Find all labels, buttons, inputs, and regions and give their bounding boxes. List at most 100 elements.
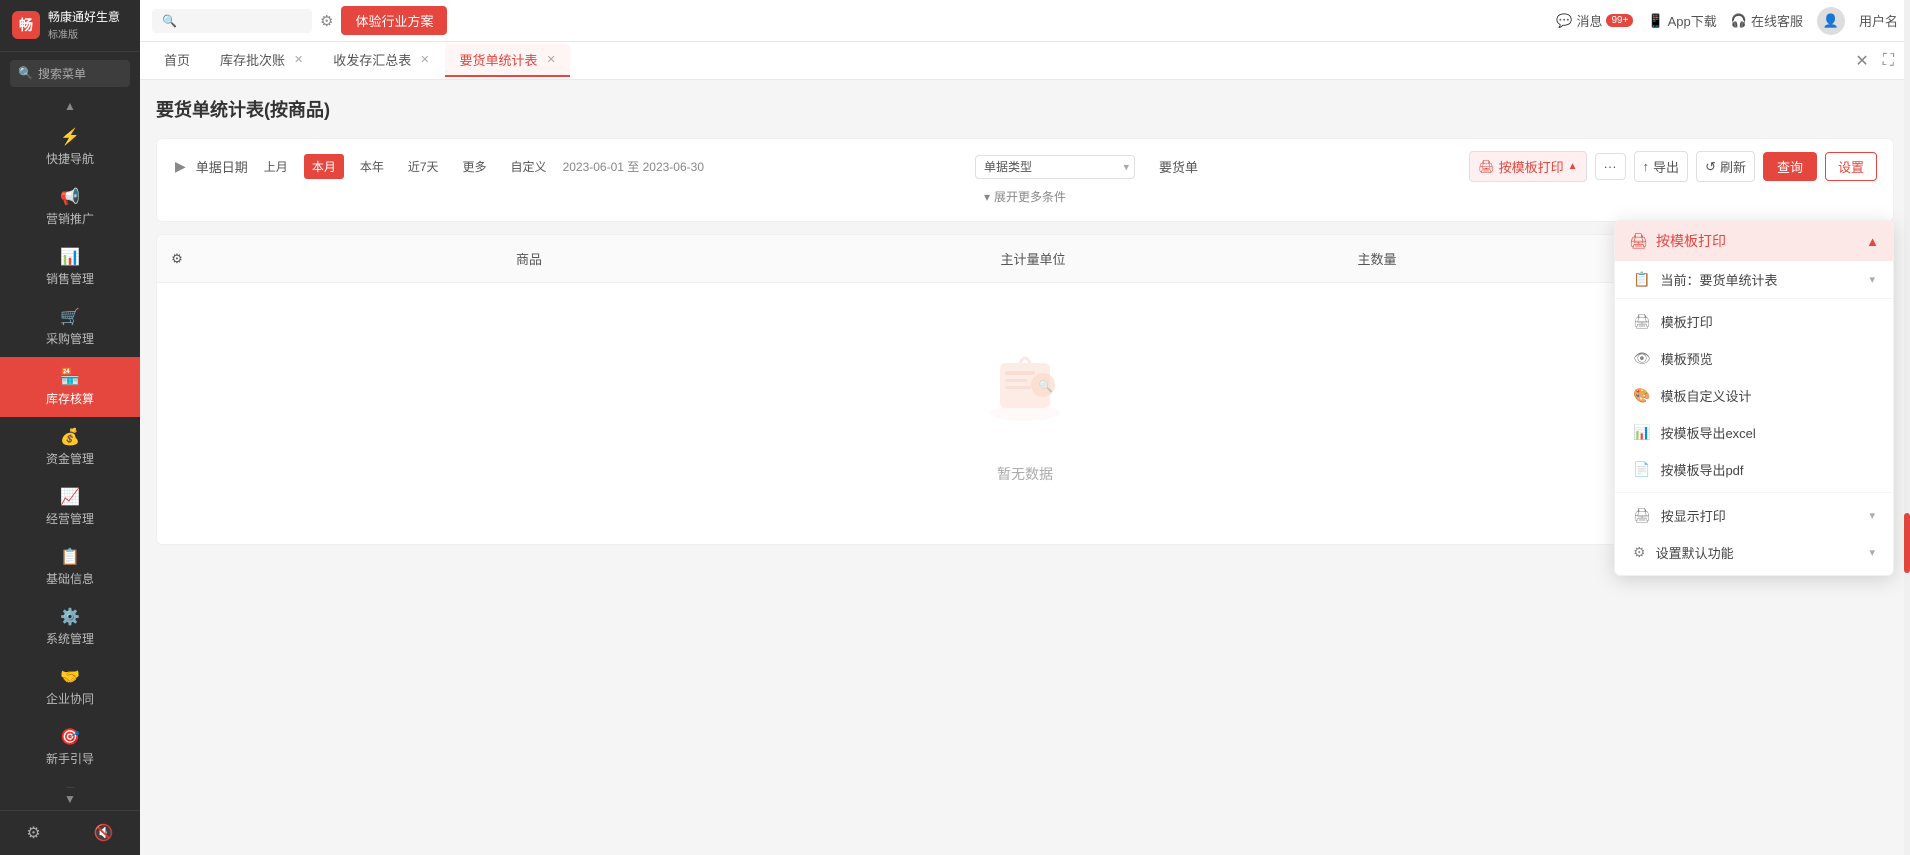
dropdown-item-template-design[interactable]: 🎨模板自定义设计 <box>1615 377 1893 414</box>
tab-inventory-batch[interactable]: 库存批次账 ✕ <box>206 44 317 77</box>
guide-icon: 🎯 <box>60 727 80 747</box>
dropdown-chevron-icon: ▲ <box>1866 234 1879 249</box>
settings-btn[interactable]: 设置 <box>1825 152 1877 181</box>
sidebar-item-quick-nav[interactable]: ⚡ 快捷导航 <box>0 117 140 177</box>
inventory-icon: 🏪 <box>60 367 80 387</box>
marketing-icon: 📢 <box>60 187 80 207</box>
sidebar-item-marketing[interactable]: 📢 营销推广 <box>0 177 140 237</box>
dropdown-item-template-print[interactable]: 🖨模板打印 <box>1615 303 1893 340</box>
dropdown-items-section: 🖨模板打印👁模板预览🎨模板自定义设计📊按模板导出excel📄按模板导出pdf <box>1615 299 1893 492</box>
messages-btn[interactable]: 💬 消息 99+ <box>1556 11 1633 30</box>
scrollbar-thumb <box>1904 513 1910 573</box>
tab-expand-icon[interactable]: ⛶ <box>1877 52 1900 70</box>
dropdown-group-set-default[interactable]: ⚙设置默认功能▾ <box>1615 534 1893 571</box>
tab-close-receipts-summary[interactable]: ✕ <box>420 53 429 66</box>
expand-more-btn[interactable]: ▾ 展开更多条件 <box>984 188 1066 205</box>
template-print-icon: 🖨 <box>1633 313 1651 330</box>
refresh-btn[interactable]: ↺ 刷新 <box>1696 151 1755 182</box>
sidebar-item-app-center[interactable]: 📱应用中心 <box>0 777 140 788</box>
filter-row-date: ▶ 单据日期 上月 本月 本年 近7天 更多 自定义 2023-06-01 至 … <box>173 151 1877 182</box>
tab-close-icon[interactable]: ✕ <box>1849 51 1874 71</box>
type-select[interactable]: 单据类型 <box>975 155 1135 179</box>
purchase-icon: 🛒 <box>60 307 80 327</box>
operation-icon: 📈 <box>60 487 80 507</box>
cooperation-icon: 🤝 <box>60 667 80 687</box>
dropdown-item-template-preview[interactable]: 👁模板预览 <box>1615 340 1893 377</box>
sound-icon[interactable]: 🔇 <box>90 819 118 847</box>
more-options-btn[interactable]: ··· <box>1595 153 1626 180</box>
set-default-label: 设置默认功能 <box>1656 543 1734 562</box>
sidebar-item-label: 企业协同 <box>46 690 94 707</box>
th-settings[interactable]: ⚙ <box>157 245 197 273</box>
sidebar-item-inventory[interactable]: 🏪库存核算 <box>0 357 140 417</box>
search-menu[interactable]: 🔍 搜索菜单 <box>10 60 130 87</box>
query-btn[interactable]: 查询 <box>1763 152 1817 181</box>
date-btn-last-7[interactable]: 近7天 <box>400 154 447 179</box>
settings-icon[interactable]: ⚙ <box>22 819 44 847</box>
template-export-pdf-icon: 📄 <box>1633 461 1650 478</box>
main-area: 🔍 ⚙ 体验行业方案 💬 消息 99+ 📱 App下载 🎧 在线客服 👤 <box>140 0 1910 855</box>
dropdown-group-display-print[interactable]: 🖨按显示打印▾ <box>1615 497 1893 534</box>
sidebar-item-label: 快捷导航 <box>46 150 94 167</box>
sidebar-item-operation[interactable]: 📈经营管理 <box>0 477 140 537</box>
header-search[interactable]: 🔍 <box>152 9 312 33</box>
header-gear-icon[interactable]: ⚙ <box>320 12 333 30</box>
filter-toggle-btn[interactable]: ▶ <box>173 156 188 177</box>
tab-close-inventory-batch[interactable]: ✕ <box>294 53 303 66</box>
tab-close-order-stats[interactable]: ✕ <box>547 53 556 66</box>
sidebar-bottom: ⚙ 🔇 <box>0 810 140 855</box>
dropdown-print-icon: 🖨 <box>1629 232 1648 250</box>
filter-bar: ▶ 单据日期 上月 本月 本年 近7天 更多 自定义 2023-06-01 至 … <box>156 138 1894 222</box>
sidebar-item-label: 新手引导 <box>46 750 94 767</box>
date-btn-current-month[interactable]: 本月 <box>304 154 344 179</box>
th-quantity: 主数量 <box>1205 243 1549 274</box>
online-service-btn[interactable]: 🎧 在线客服 <box>1731 11 1803 30</box>
current-template-chevron: ▾ <box>1869 273 1875 286</box>
date-range-display: 2023-06-01 至 2023-06-30 <box>563 158 704 175</box>
sidebar-item-cooperation[interactable]: 🤝 企业协同 <box>0 657 140 717</box>
export-btn[interactable]: ↑ 导出 <box>1634 151 1689 182</box>
date-btn-custom[interactable]: 自定义 <box>503 154 555 179</box>
template-preview-icon: 👁 <box>1633 350 1651 367</box>
app-download-label: App下载 <box>1668 11 1717 30</box>
dropdown-header: 🖨 按模板打印 ▲ <box>1615 221 1893 261</box>
dropdown-current-template[interactable]: 📋 当前：要货单统计表 ▾ <box>1615 261 1893 299</box>
date-btn-prev-month[interactable]: 上月 <box>256 154 296 179</box>
sidebar-item-label: 销售管理 <box>46 270 94 287</box>
current-template-label: 当前：要货单统计表 <box>1660 270 1859 289</box>
sidebar-item-basic[interactable]: 📋基础信息 <box>0 537 140 597</box>
sales-icon: 📊 <box>60 247 80 267</box>
avatar[interactable]: 👤 <box>1817 7 1845 35</box>
sidebar-item-finance[interactable]: 💰资金管理 <box>0 417 140 477</box>
tab-order-stats[interactable]: 要货单统计表 ✕ <box>445 44 569 77</box>
date-btn-more[interactable]: 更多 <box>455 154 495 179</box>
sidebar-scroll-up[interactable]: ▲ <box>0 95 140 117</box>
sidebar-item-purchase[interactable]: 🛒 采购管理 <box>0 297 140 357</box>
sidebar-item-guide[interactable]: 🎯 新手引导 <box>0 717 140 777</box>
sidebar-item-label: 基础信息 <box>46 570 94 587</box>
app-name: 畅康通好生意 <box>48 10 120 26</box>
sidebar-item-label: 采购管理 <box>46 330 94 347</box>
sidebar-scroll-down[interactable]: ▼ <box>0 788 140 810</box>
display-print-icon: 🖨 <box>1633 507 1651 524</box>
trial-btn[interactable]: 体验行业方案 <box>341 6 447 35</box>
avatar-icon: 👤 <box>1823 13 1839 29</box>
date-btn-current-year[interactable]: 本年 <box>352 154 392 179</box>
sidebar-item-label: 营销推广 <box>46 210 94 227</box>
dropdown-item-template-export-pdf[interactable]: 📄按模板导出pdf <box>1615 451 1893 488</box>
dropdown-item-template-export-excel[interactable]: 📊按模板导出excel <box>1615 414 1893 451</box>
print-template-btn[interactable]: 🖨 按模板打印 ▲ <box>1469 151 1586 182</box>
finance-icon: 💰 <box>60 427 80 447</box>
set-default-icon: ⚙ <box>1633 544 1646 561</box>
sidebar-item-label: 系统管理 <box>46 630 94 647</box>
date-filter-label: 单据日期 <box>196 157 248 176</box>
expand-row: ▾ 展开更多条件 <box>173 188 1877 205</box>
quick-nav-icon: ⚡ <box>60 127 80 147</box>
right-scrollbar[interactable] <box>1904 0 1910 855</box>
sidebar-item-sales[interactable]: 📊 销售管理 <box>0 237 140 297</box>
tab-home[interactable]: 首页 <box>150 44 204 77</box>
page-title: 要货单统计表(按商品) <box>156 96 1894 122</box>
tab-receipts-summary[interactable]: 收发存汇总表 ✕ <box>319 44 443 77</box>
app-download-btn[interactable]: 📱 App下载 <box>1647 11 1716 30</box>
sidebar-item-system[interactable]: ⚙️系统管理 <box>0 597 140 657</box>
